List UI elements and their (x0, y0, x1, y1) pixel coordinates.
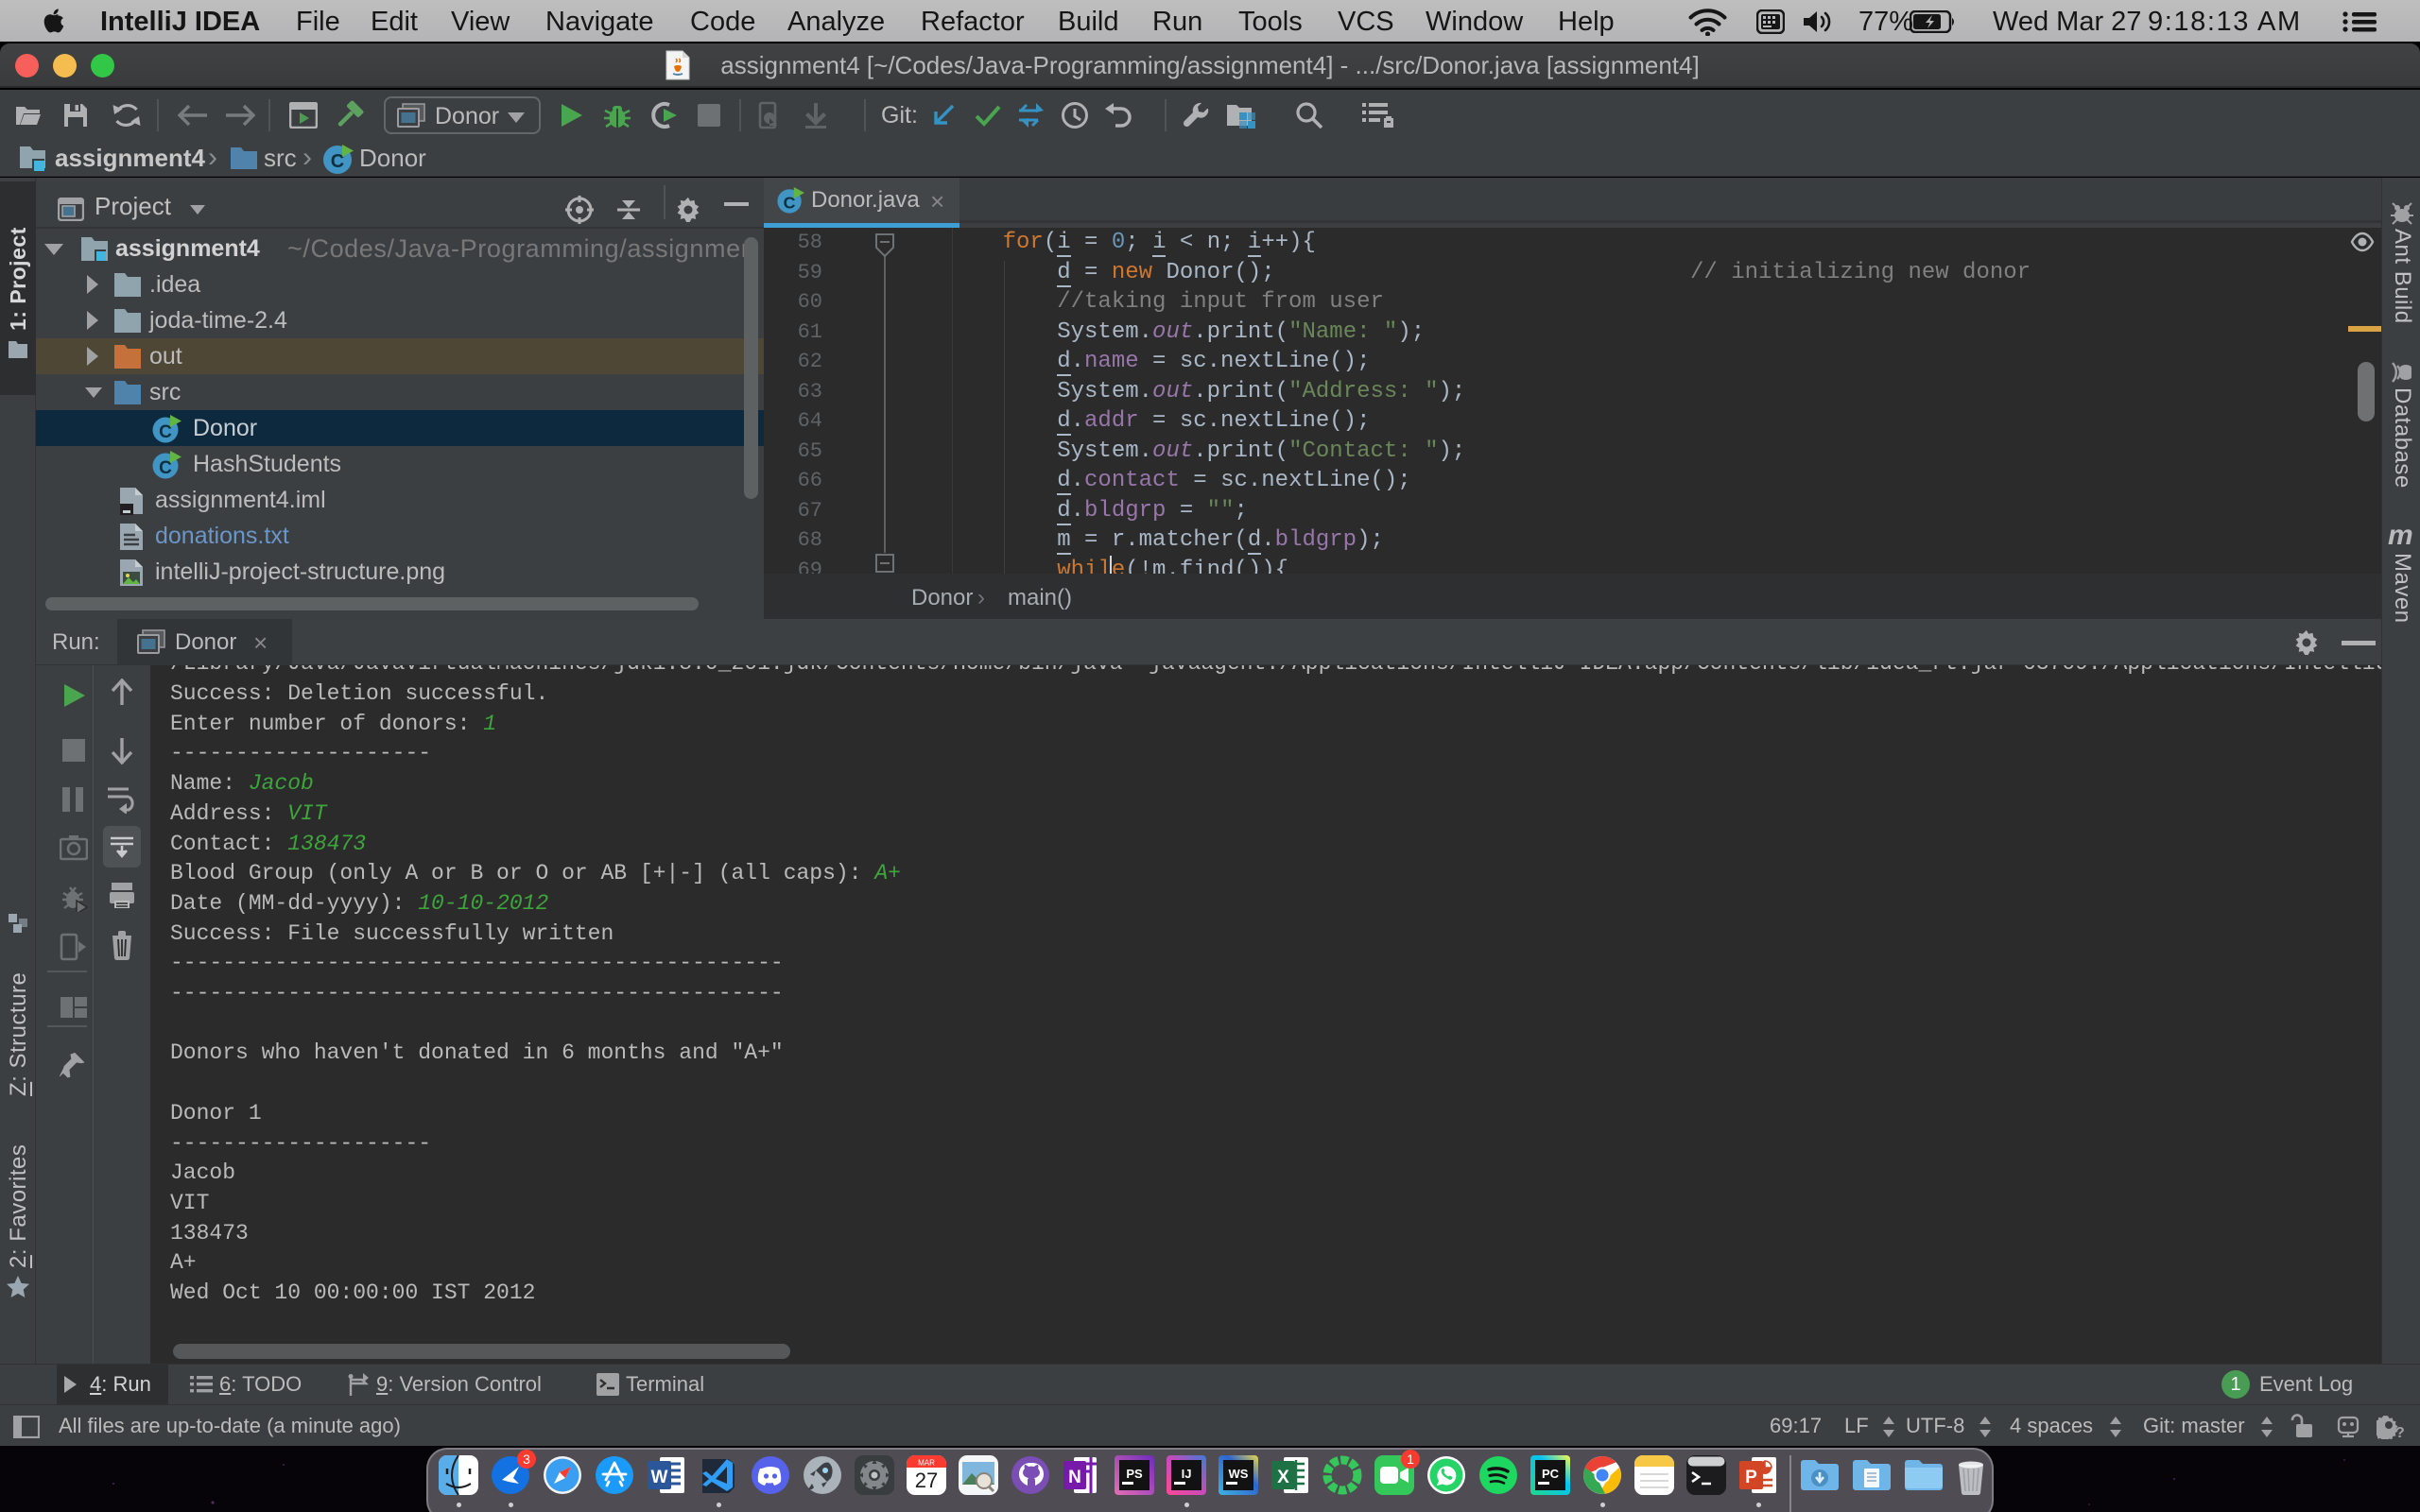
svg-text:?: ? (2395, 1425, 2405, 1439)
svg-text:27: 27 (915, 1469, 938, 1492)
svg-text:C: C (784, 193, 796, 212)
svg-text:MAR: MAR (918, 1459, 935, 1468)
svg-text:W: W (651, 1468, 668, 1487)
svg-text:X: X (1277, 1468, 1289, 1487)
svg-text:PC: PC (1542, 1467, 1560, 1481)
svg-text:N: N (1068, 1468, 1081, 1487)
svg-text:IJ: IJ (1182, 1467, 1192, 1481)
svg-text:WS: WS (1229, 1467, 1249, 1481)
svg-text:P: P (1745, 1468, 1757, 1487)
svg-text:PS: PS (1126, 1467, 1143, 1481)
